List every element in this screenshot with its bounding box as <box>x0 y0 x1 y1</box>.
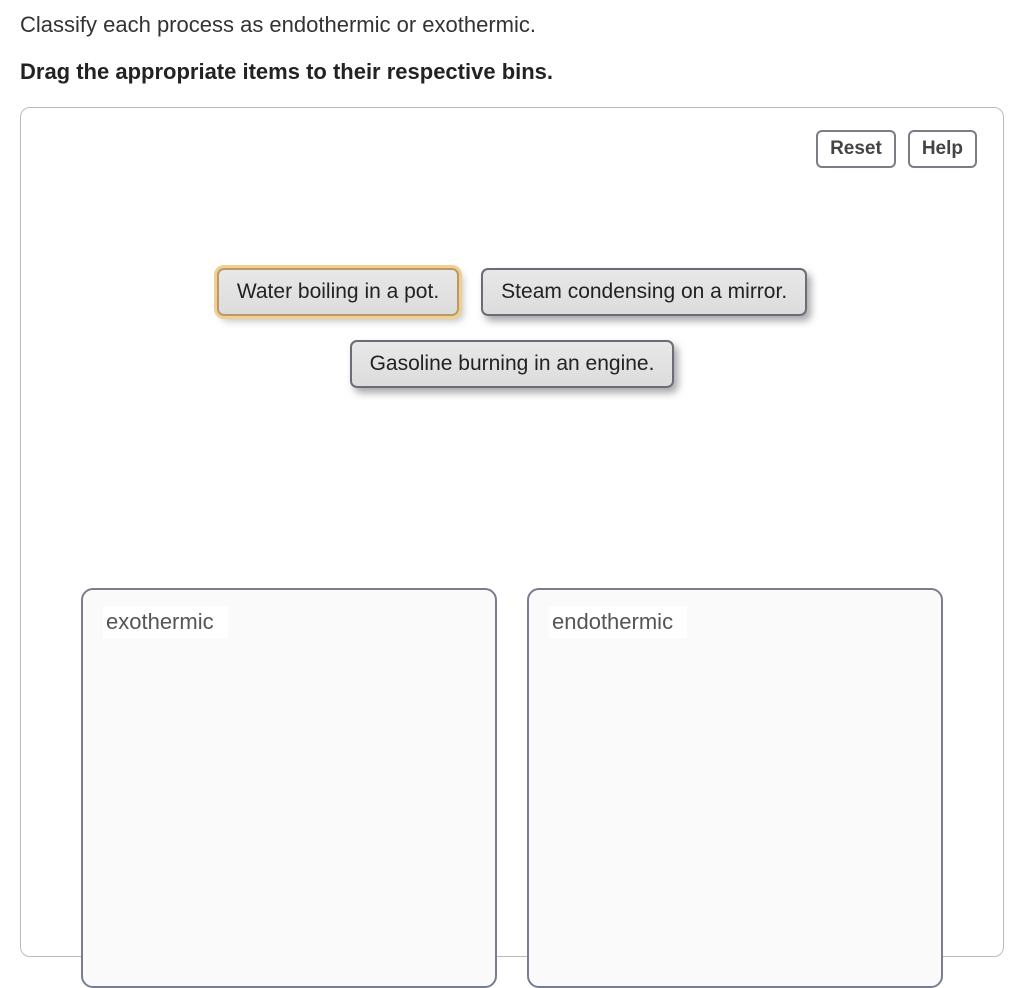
bin-endothermic[interactable]: endothermic <box>527 588 943 988</box>
draggables-row-2: Gasoline burning in an engine. <box>350 340 675 388</box>
reset-button[interactable]: Reset <box>816 130 896 168</box>
instruction-text: Drag the appropriate items to their resp… <box>20 59 1004 85</box>
draggables-area: Water boiling in a pot. Steam condensing… <box>21 268 1003 388</box>
activity-container: Reset Help Water boiling in a pot. Steam… <box>20 107 1004 957</box>
bins-area: exothermic endothermic <box>81 588 943 988</box>
help-button[interactable]: Help <box>908 130 977 168</box>
draggables-row-1: Water boiling in a pot. Steam condensing… <box>217 268 807 316</box>
top-buttons: Reset Help <box>816 130 977 168</box>
drag-item-gasoline-burning[interactable]: Gasoline burning in an engine. <box>350 340 675 388</box>
question-text: Classify each process as endothermic or … <box>20 10 1004 41</box>
bin-label-endothermic: endothermic <box>549 606 687 638</box>
drag-item-steam-condensing[interactable]: Steam condensing on a mirror. <box>481 268 807 316</box>
bin-label-exothermic: exothermic <box>103 606 228 638</box>
drag-item-water-boiling[interactable]: Water boiling in a pot. <box>217 268 459 316</box>
bin-exothermic[interactable]: exothermic <box>81 588 497 988</box>
